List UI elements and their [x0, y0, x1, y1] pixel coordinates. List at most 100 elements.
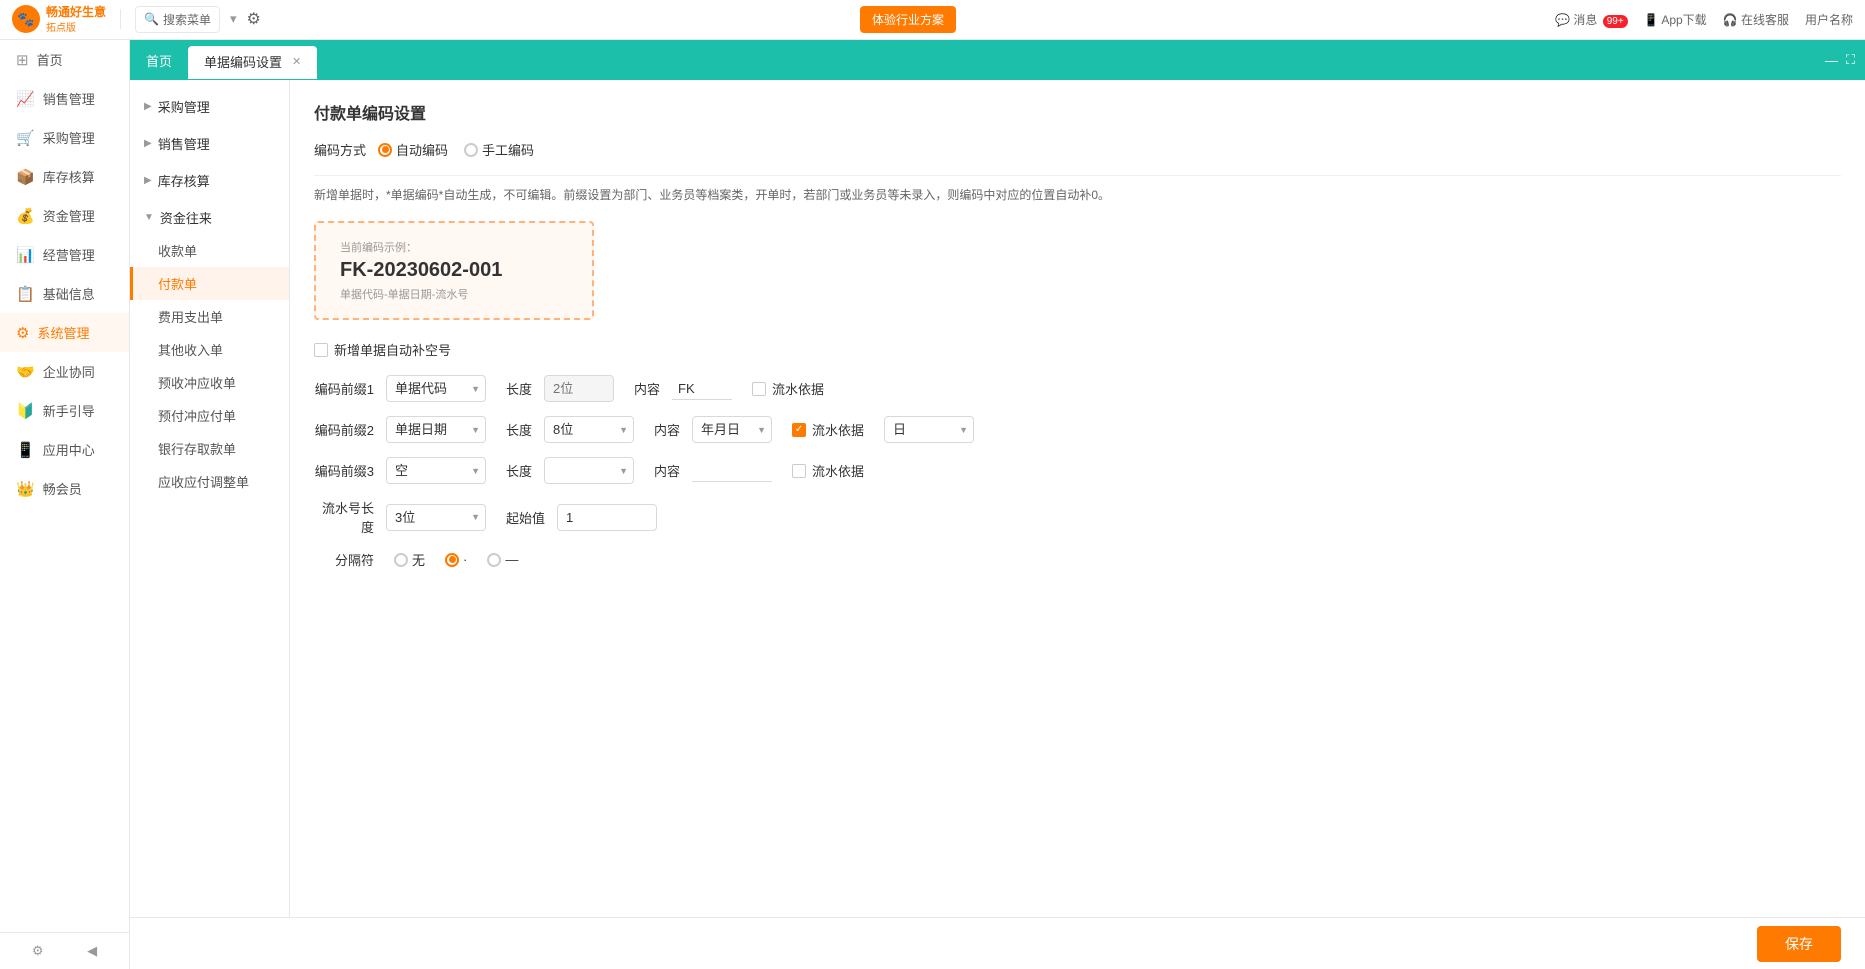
- headset-icon: 🎧: [1723, 13, 1738, 27]
- sub-group-inventory: ▶ 库存核算: [130, 164, 289, 197]
- stream3-checkbox-box: [792, 464, 806, 478]
- manual-encoding-radio[interactable]: 手工编码: [464, 140, 534, 159]
- save-button[interactable]: 保存: [1757, 926, 1841, 962]
- inventory-icon: 📦: [16, 168, 35, 186]
- content3-input[interactable]: [692, 460, 772, 482]
- stream2-period-wrapper: 日: [884, 416, 974, 443]
- prefix2-select[interactable]: 单据日期: [386, 416, 486, 443]
- sidebar-label-purchase: 采购管理: [43, 128, 95, 147]
- sales-icon: 📈: [16, 90, 35, 108]
- sub-group-inventory-title[interactable]: ▶ 库存核算: [130, 164, 289, 197]
- stream1-checkbox[interactable]: 流水依据: [752, 379, 824, 398]
- sub-item-pre-receive[interactable]: 预收冲应收单: [130, 366, 289, 399]
- message-area[interactable]: 💬 消息 99+: [1555, 11, 1628, 28]
- sub-item-receipt[interactable]: 收款单: [130, 234, 289, 267]
- auto-fill-checkbox[interactable]: 新增单据自动补空号: [314, 340, 1841, 359]
- tab-close-icon[interactable]: ✕: [292, 55, 301, 68]
- serial-length-label: 流水号长度: [314, 498, 374, 536]
- serial-length-select[interactable]: 3位: [386, 504, 486, 531]
- sidebar-label-finance: 资金管理: [43, 206, 95, 225]
- tab-home[interactable]: 首页: [130, 43, 188, 78]
- separator-dash-radio[interactable]: —: [487, 552, 518, 567]
- top-bar-right: 💬 消息 99+ 📱 App下载 🎧 在线客服 用户名称: [1555, 11, 1853, 28]
- settings-icon[interactable]: ⚙: [247, 9, 261, 29]
- manual-radio-circle: [464, 143, 478, 157]
- sub-item-bank[interactable]: 银行存取款单: [130, 432, 289, 465]
- stream2-checkbox[interactable]: ✓ 流水依据: [792, 420, 864, 439]
- chevron-right-icon: ▶: [144, 101, 152, 112]
- stream2-checkbox-box: ✓: [792, 423, 806, 437]
- sidebar-item-guide[interactable]: 🔰 新手引导: [0, 391, 129, 430]
- sub-group-sales-title[interactable]: ▶ 销售管理: [130, 127, 289, 160]
- sidebar-label-enterprise: 企业协同: [43, 362, 95, 381]
- form-row-prefix1: 编码前缀1 单据代码 长度 内容 流水依据: [314, 375, 1841, 402]
- separator-none-radio[interactable]: 无: [394, 550, 425, 569]
- sidebar-label-system: 系统管理: [37, 323, 89, 342]
- content1-input[interactable]: [672, 378, 732, 400]
- sub-group-purchase: ▶ 采购管理: [130, 90, 289, 123]
- prefix3-label: 编码前缀3: [314, 461, 374, 480]
- search-menu[interactable]: 🔍 搜索菜单: [135, 6, 220, 33]
- length2-select-wrapper: 8位: [544, 416, 634, 443]
- sidebar-item-system[interactable]: ⚙ 系统管理: [0, 313, 129, 352]
- home-icon: ⊞: [16, 51, 29, 69]
- sidebar-item-purchase[interactable]: 🛒 采购管理: [0, 118, 129, 157]
- sub-group-sales: ▶ 销售管理: [130, 127, 289, 160]
- separator-dash-circle: [487, 553, 501, 567]
- separator-none-circle: [394, 553, 408, 567]
- chevron-down-icon: ▼: [144, 212, 154, 223]
- system-icon: ⚙: [16, 324, 29, 342]
- sub-item-payment[interactable]: 付款单: [130, 267, 289, 300]
- brand-icon: 🐾: [12, 5, 40, 33]
- prefix2-label: 编码前缀2: [314, 420, 374, 439]
- sub-item-pre-pay[interactable]: 预付冲应付单: [130, 399, 289, 432]
- app-download[interactable]: 📱 App下载: [1644, 11, 1707, 28]
- sidebar-item-sales[interactable]: 📈 销售管理: [0, 79, 129, 118]
- sidebar-bottom: ⚙ ◀: [0, 932, 129, 969]
- sidebar-settings-icon[interactable]: ⚙: [32, 943, 44, 959]
- sidebar-item-finance[interactable]: 💰 资金管理: [0, 196, 129, 235]
- prefix3-select[interactable]: 空: [386, 457, 486, 484]
- sub-group-purchase-title[interactable]: ▶ 采购管理: [130, 90, 289, 123]
- length2-select[interactable]: 8位: [544, 416, 634, 443]
- separator-dot-radio[interactable]: ·: [445, 552, 467, 567]
- sub-item-expense[interactable]: 费用支出单: [130, 300, 289, 333]
- sidebar-item-apps[interactable]: 📱 应用中心: [0, 430, 129, 469]
- save-bar: 保存: [130, 917, 1865, 969]
- start-value-input[interactable]: [557, 504, 657, 531]
- brand: 🐾 畅通好生意 拓点版: [12, 5, 106, 34]
- auto-encoding-radio[interactable]: 自动编码: [378, 140, 448, 159]
- sidebar-item-enterprise[interactable]: 🤝 企业协同: [0, 352, 129, 391]
- dropdown-arrow[interactable]: ▾: [230, 11, 237, 27]
- tab-minimize-icon[interactable]: —: [1825, 53, 1838, 68]
- prefix1-select[interactable]: 单据代码: [386, 375, 486, 402]
- guide-icon: 🔰: [16, 402, 35, 420]
- stream2-period-select[interactable]: 日: [884, 416, 974, 443]
- content2-select[interactable]: 年月日: [692, 416, 772, 443]
- sub-group-capital-title[interactable]: ▼ 资金往来: [130, 201, 289, 234]
- form-row-prefix2: 编码前缀2 单据日期 长度 8位 内容 年月日 ✓ 流水依据: [314, 416, 1841, 443]
- sub-item-adjust[interactable]: 应收应付调整单: [130, 465, 289, 498]
- info-text: 新增单据时，*单据编码*自动生成，不可编辑。前缀设置为部门、业务员等档案类，开单…: [314, 186, 1841, 205]
- sub-sidebar: ▶ 采购管理 ▶ 销售管理 ▶ 库存核算 ▼ 资金往来 收款单: [130, 80, 290, 969]
- sidebar-item-operation[interactable]: 📊 经营管理: [0, 235, 129, 274]
- length1-input[interactable]: [544, 375, 614, 402]
- sidebar-collapse-icon[interactable]: ◀: [87, 943, 97, 959]
- sub-item-other-income[interactable]: 其他收入单: [130, 333, 289, 366]
- auto-fill-checkbox-box: [314, 343, 328, 357]
- stream3-checkbox[interactable]: 流水依据: [792, 461, 864, 480]
- length3-select[interactable]: [544, 457, 634, 484]
- chevron-right-icon-3: ▶: [144, 175, 152, 186]
- tab-doc-code[interactable]: 单据编码设置 ✕: [188, 46, 317, 79]
- user-name[interactable]: 用户名称: [1805, 11, 1853, 28]
- sidebar-item-home[interactable]: ⊞ 首页: [0, 40, 129, 79]
- sidebar-item-inventory[interactable]: 📦 库存核算: [0, 157, 129, 196]
- sidebar-label-operation: 经营管理: [43, 245, 95, 264]
- sidebar-item-member[interactable]: 👑 畅会员: [0, 469, 129, 508]
- sidebar-item-basic[interactable]: 📋 基础信息: [0, 274, 129, 313]
- tab-bar-actions: — ⛶: [1825, 52, 1865, 68]
- content3-label: 内容: [654, 461, 680, 480]
- online-service[interactable]: 🎧 在线客服: [1723, 11, 1789, 28]
- trial-button[interactable]: 体验行业方案: [860, 6, 956, 33]
- tab-maximize-icon[interactable]: ⛶: [1846, 52, 1855, 68]
